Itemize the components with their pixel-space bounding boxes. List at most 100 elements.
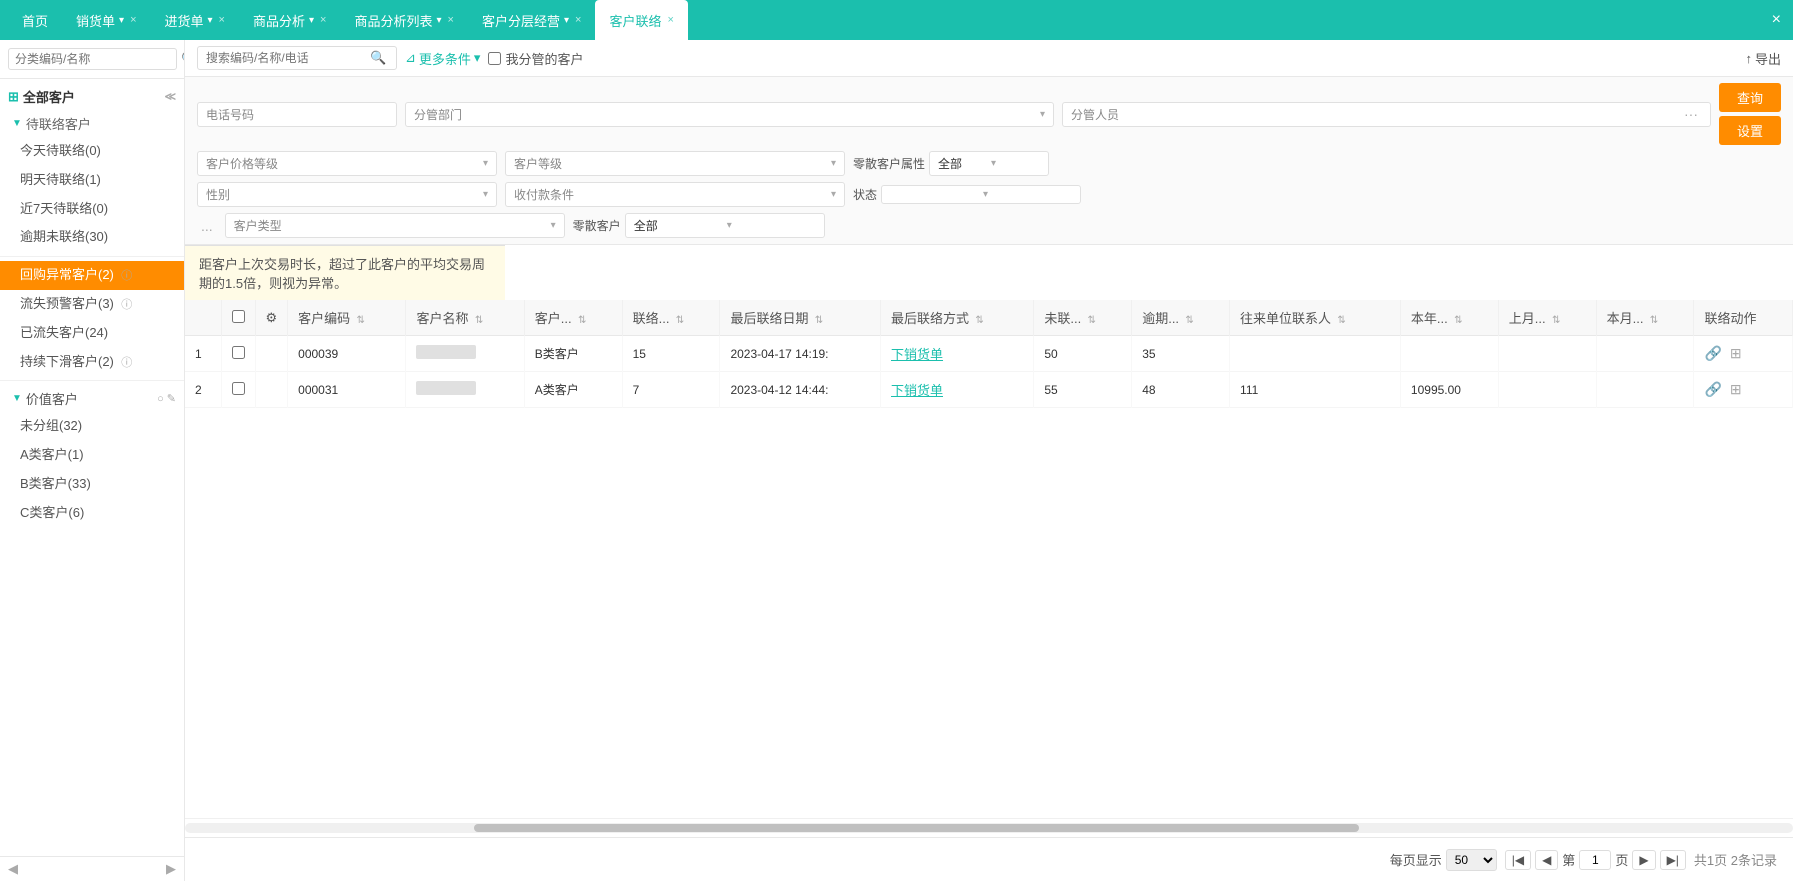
status-dropdown[interactable]: ▾ xyxy=(881,185,1081,204)
contact-method-link[interactable]: 下销货单 xyxy=(891,383,943,398)
tab-purchase-close[interactable]: × xyxy=(219,14,225,26)
cell-last-contact-method[interactable]: 下销货单 xyxy=(881,336,1034,372)
payment-field[interactable]: 收付款条件 ▾ xyxy=(505,182,845,207)
tab-customer-contact-close[interactable]: × xyxy=(667,14,673,26)
th-contact[interactable]: 联络... ⇅ xyxy=(622,300,720,336)
sidebar-item-overdue[interactable]: 逾期未联络(30) xyxy=(0,223,184,252)
tab-product-analysis-close[interactable]: × xyxy=(320,14,326,26)
sidebar-item-c-class[interactable]: C类客户(6) xyxy=(0,499,184,528)
sidebar-all-customers[interactable]: ⊞ 全部客户 ≪ xyxy=(0,83,184,110)
export-button[interactable]: ↑ 导出 xyxy=(1745,49,1781,68)
th-not-contact[interactable]: 未联... ⇅ xyxy=(1034,300,1132,336)
blurred-name xyxy=(416,381,476,395)
settings-icon[interactable]: ⚙ xyxy=(266,310,278,325)
h-scrollbar-thumb[interactable] xyxy=(474,824,1358,832)
sidebar-item-a-class[interactable]: A类客户(1) xyxy=(0,441,184,470)
sidebar-collapse-btn[interactable]: ≪ xyxy=(164,90,176,103)
action-link-icon[interactable]: 🔗 xyxy=(1704,345,1721,362)
sidebar-item-b-class[interactable]: B类客户(33) xyxy=(0,470,184,499)
tab-home[interactable]: 首页 xyxy=(8,0,62,40)
tab-product-list[interactable]: 商品分析列表 ▾ × xyxy=(340,0,467,40)
tab-sales-close[interactable]: × xyxy=(130,14,136,26)
th-overdue[interactable]: 逾期... ⇅ xyxy=(1132,300,1230,336)
tab-product-analysis[interactable]: 商品分析 ▾ × xyxy=(239,0,340,40)
horizontal-scrollbar[interactable] xyxy=(185,818,1793,837)
action-link-icon[interactable]: 🔗 xyxy=(1704,381,1721,398)
prev-page-btn[interactable]: ◀ xyxy=(1535,850,1558,870)
cell-this-month xyxy=(1596,372,1694,408)
sidebar-item-repurchase-abnormal[interactable]: 回购异常客户(2) ⓘ xyxy=(0,261,184,290)
page-input[interactable] xyxy=(1579,850,1611,870)
th-customer-name[interactable]: 客户名称 ⇅ xyxy=(406,300,524,336)
dept-field[interactable]: 分管部门 ▾ xyxy=(405,102,1054,127)
cell-customer-name xyxy=(406,336,524,372)
tab-product-list-close[interactable]: × xyxy=(448,14,454,26)
sidebar-right-arrow[interactable]: ▶ xyxy=(166,861,176,877)
th-last-month[interactable]: 上月... ⇅ xyxy=(1498,300,1596,336)
per-page-select[interactable]: 50 100 200 xyxy=(1446,849,1497,871)
tab-customer-stratify[interactable]: 客户分层经营 ▾ × xyxy=(468,0,595,40)
scatter-dropdown[interactable]: 全部 ▾ xyxy=(929,151,1049,176)
person-field[interactable]: 分管人员 ··· xyxy=(1062,102,1711,127)
tab-sales-arrow: ▾ xyxy=(119,15,124,26)
customer-grade-field[interactable]: 客户等级 ▾ xyxy=(505,151,845,176)
phone-field[interactable]: 电话号码 xyxy=(197,102,397,127)
sidebar-item-lost-preview[interactable]: 流失预警客户(3) ⓘ xyxy=(0,290,184,319)
my-customers-check[interactable] xyxy=(488,52,501,65)
more-conditions-btn[interactable]: ⊿ 更多条件 ▾ xyxy=(405,49,480,68)
row4-dots[interactable]: ... xyxy=(197,218,217,234)
customer-type-field[interactable]: 客户类型 ▾ xyxy=(225,213,565,238)
dept-dd-arrow: ▾ xyxy=(1040,109,1045,120)
cell-last-contact-method[interactable]: 下销货单 xyxy=(881,372,1034,408)
cell-this-year xyxy=(1400,336,1498,372)
contact-method-link[interactable]: 下销货单 xyxy=(891,347,943,362)
row-checkbox[interactable] xyxy=(232,346,245,359)
tab-product-list-arrow: ▾ xyxy=(436,15,441,26)
sidebar-pending-group[interactable]: ▼ 待联络客户 xyxy=(0,110,184,137)
filter-search-icon[interactable]: 🔍 xyxy=(370,50,386,66)
sidebar-item-continuous-down[interactable]: 持续下滑客户(2) ⓘ xyxy=(0,348,184,377)
tab-customer-stratify-close[interactable]: × xyxy=(575,14,581,26)
sort-icon-contact: ⇅ xyxy=(676,315,684,326)
sidebar-left-arrow[interactable]: ◀ xyxy=(8,861,18,877)
sidebar-search-input[interactable] xyxy=(8,48,177,70)
scatter-attrs-field: 零散客户属性 全部 ▾ xyxy=(853,151,1049,176)
payment-arrow: ▾ xyxy=(831,189,836,200)
h-scrollbar-track[interactable] xyxy=(185,823,1793,833)
tab-purchase[interactable]: 进货单 ▾ × xyxy=(151,0,239,40)
gender-field[interactable]: 性别 ▾ xyxy=(197,182,497,207)
scatter-customer-dropdown[interactable]: 全部 ▾ xyxy=(625,213,825,238)
last-page-btn[interactable]: ▶| xyxy=(1660,850,1686,870)
cell-checkbox[interactable] xyxy=(221,336,255,372)
settings-button[interactable]: 设置 xyxy=(1719,116,1781,145)
row-checkbox[interactable] xyxy=(232,382,245,395)
table-area[interactable]: ⚙ 客户编码 ⇅ 客户名称 ⇅ 客户... ⇅ xyxy=(185,300,1793,818)
main-close-button[interactable]: × xyxy=(1772,11,1781,29)
my-customers-checkbox[interactable]: 我分管的客户 xyxy=(488,49,583,68)
tab-sales[interactable]: 销货单 ▾ × xyxy=(62,0,150,40)
sidebar-item-today[interactable]: 今天待联络(0) xyxy=(0,137,184,166)
action-grid-icon[interactable]: ⊞ xyxy=(1730,345,1742,362)
th-last-contact-date[interactable]: 最后联络日期 ⇅ xyxy=(720,300,881,336)
action-grid-icon[interactable]: ⊞ xyxy=(1730,381,1742,398)
th-customer-code[interactable]: 客户编码 ⇅ xyxy=(288,300,406,336)
cell-checkbox[interactable] xyxy=(221,372,255,408)
th-last-contact-method[interactable]: 最后联络方式 ⇅ xyxy=(881,300,1034,336)
person-dots[interactable]: ··· xyxy=(1680,106,1702,122)
first-page-btn[interactable]: |◀ xyxy=(1505,850,1531,870)
th-this-year[interactable]: 本年... ⇅ xyxy=(1400,300,1498,336)
th-unit-contact[interactable]: 往来单位联系人 ⇅ xyxy=(1230,300,1401,336)
sidebar-item-7days[interactable]: 近7天待联络(0) xyxy=(0,195,184,224)
sidebar-item-tomorrow[interactable]: 明天待联络(1) xyxy=(0,166,184,195)
price-grade-field[interactable]: 客户价格等级 ▾ xyxy=(197,151,497,176)
select-all-checkbox[interactable] xyxy=(232,310,245,323)
sidebar-item-ungrouped[interactable]: 未分组(32) xyxy=(0,412,184,441)
filter-search-input[interactable] xyxy=(206,51,366,65)
tab-customer-contact[interactable]: 客户联络 × xyxy=(595,0,687,40)
next-page-btn[interactable]: ▶ xyxy=(1632,850,1655,870)
sidebar-item-already-lost[interactable]: 已流失客户(24) xyxy=(0,319,184,348)
th-this-month[interactable]: 本月... ⇅ xyxy=(1596,300,1694,336)
sidebar-valuable-group[interactable]: ▼ 价值客户 ○ ✎ xyxy=(0,385,184,412)
th-customer-type[interactable]: 客户... ⇅ xyxy=(524,300,622,336)
query-button[interactable]: 查询 xyxy=(1719,83,1781,112)
